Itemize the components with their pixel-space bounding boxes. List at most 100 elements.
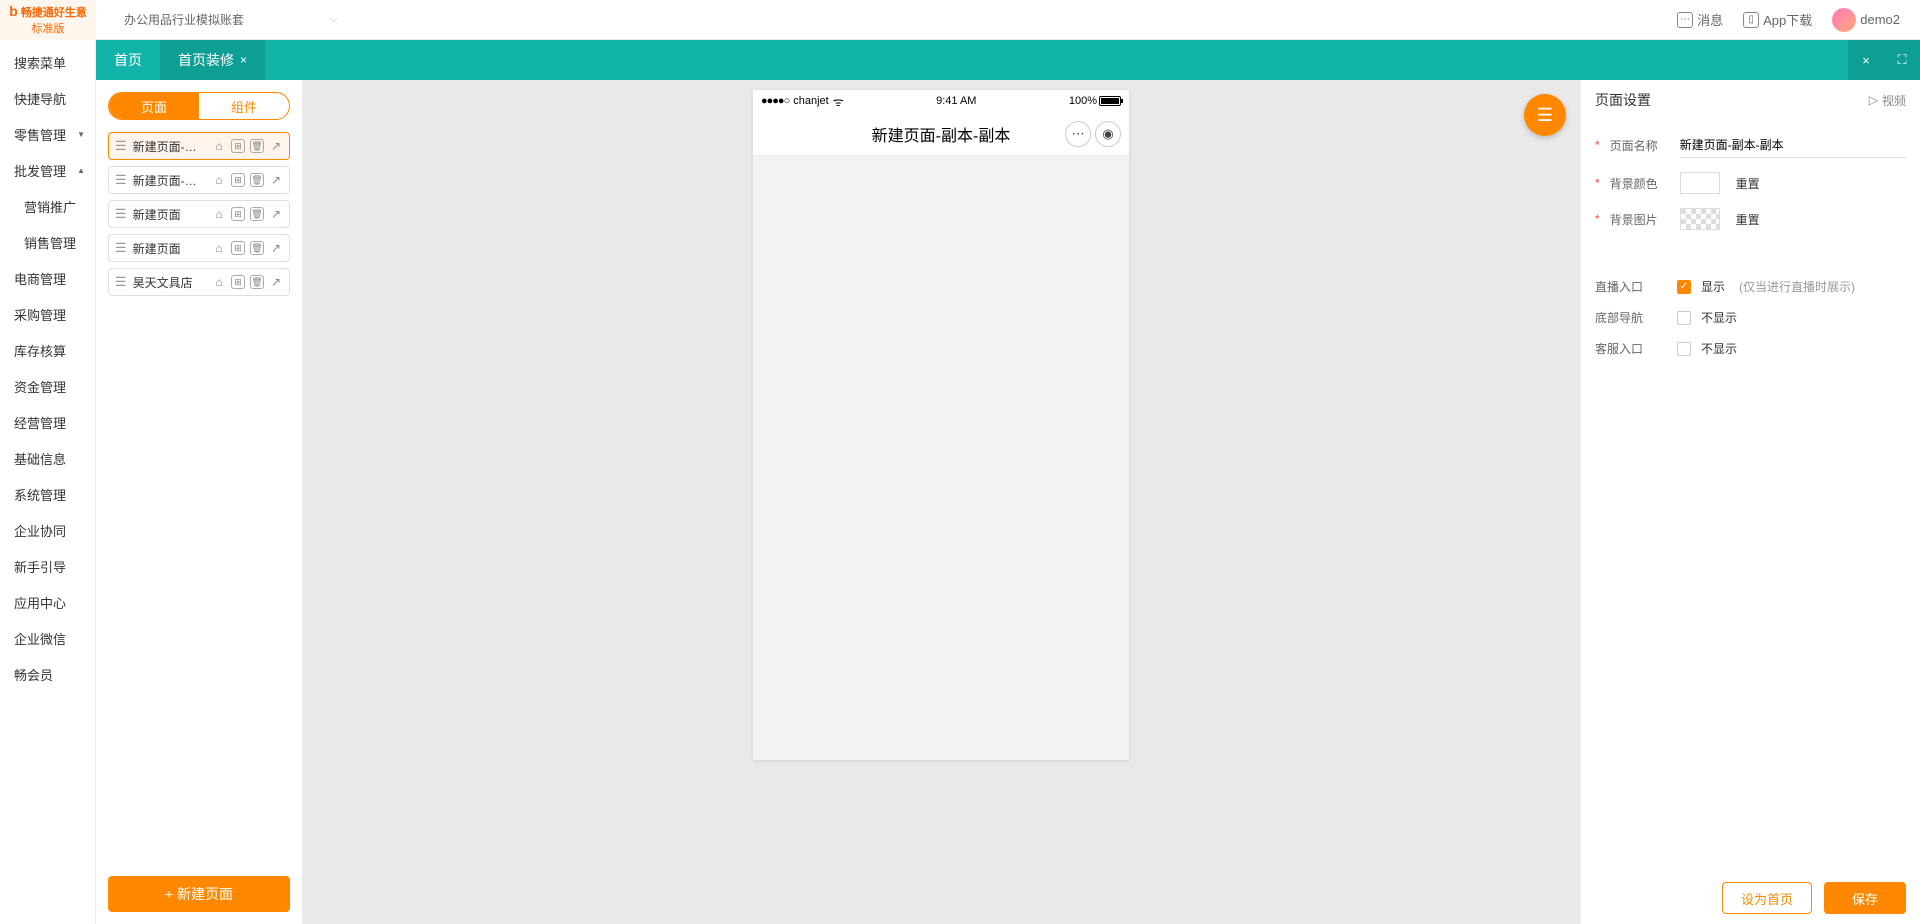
page-name: 新建页面 [133,240,206,257]
delete-icon[interactable]: 🗑 [250,207,264,221]
field-bg-color: * 背景颜色 重置 [1595,172,1906,194]
copy-icon[interactable]: ⊞ [231,139,245,153]
page-row[interactable]: ☰ 新建页面-副本... ⌂ ⊞ 🗑 ↗ [108,132,290,160]
sidebar-item-ecommerce[interactable]: 电商管理 [0,260,95,296]
close-icon[interactable]: × [240,53,247,67]
page-row[interactable]: ☰ 昊天文具店 ⌂⊞🗑↗ [108,268,290,296]
capsule-target-icon[interactable]: ◉ [1095,121,1121,147]
input-page-name[interactable] [1680,132,1906,158]
battery-icon [1099,96,1121,106]
share-icon[interactable]: ↗ [269,241,283,255]
share-icon[interactable]: ↗ [269,173,283,187]
share-icon[interactable]: ↗ [269,207,283,221]
page-row[interactable]: ☰ 新建页面 ⌂ ⊞ 🗑 ↗ [108,200,290,228]
copy-icon[interactable]: ⊞ [231,241,245,255]
phone-body[interactable] [753,156,1129,760]
image-swatch[interactable] [1680,208,1720,230]
label-service: 客服入口 [1595,340,1667,357]
label-live: 直播入口 [1595,278,1667,295]
tab-homepage-decor[interactable]: 首页装修× [160,40,265,80]
checkbox-live[interactable]: ✓ [1677,280,1691,294]
sidebar-item-wholesale[interactable]: 批发管理▲ [0,152,95,188]
tab-home[interactable]: 首页 [96,40,160,80]
sidebar-item-wechat[interactable]: 企业微信 [0,620,95,656]
page-row[interactable]: ☰ 新建页面-副本 ⌂ ⊞ 🗑 ↗ [108,166,290,194]
set-home-button[interactable]: 设为首页 [1722,882,1812,914]
carrier: chanjet [793,95,828,107]
account-name: 办公用品行业模拟账套 [124,11,244,28]
app-download-link[interactable]: ▯ App下载 [1743,10,1812,29]
sidebar-item-search[interactable]: 搜索菜单 [0,44,95,80]
reset-bg-color[interactable]: 重置 [1736,175,1760,192]
field-bg-image: * 背景图片 重置 [1595,208,1906,230]
home-icon[interactable]: ⌂ [212,139,226,153]
seg-page[interactable]: 页面 [109,93,199,119]
seg-component[interactable]: 组件 [199,93,289,119]
page-name: 新建页面-副本 [133,172,206,189]
sidebar-item-operation[interactable]: 经营管理 [0,404,95,440]
color-swatch[interactable] [1680,172,1720,194]
logo-text: 畅捷通好生意 [21,7,87,19]
sidebar-item-inventory[interactable]: 库存核算 [0,332,95,368]
copy-icon[interactable]: ⊞ [231,275,245,289]
drag-icon[interactable]: ☰ [115,274,127,290]
page-row[interactable]: ☰ 新建页面 ⌂ ⊞ 🗑 ↗ [108,234,290,262]
required-icon: * [1595,176,1600,190]
phone-title: 新建页面-副本-副本 [872,122,1011,146]
phone-titlebar: 新建页面-副本-副本 ⋯ ◉ [753,112,1129,156]
required-icon: * [1595,212,1600,226]
video-link[interactable]: ▷视频 [1869,92,1906,109]
messages-link[interactable]: ⋯ 消息 [1677,10,1723,29]
drag-icon[interactable]: ☰ [115,138,127,154]
sidebar-sub-sales[interactable]: 销售管理 [0,224,95,260]
delete-icon[interactable]: 🗑 [250,173,264,187]
share-icon[interactable]: ↗ [269,139,283,153]
sidebar-sub-marketing[interactable]: 营销推广 [0,188,95,224]
menu-fab[interactable]: ☰ [1524,94,1566,136]
live-hint: (仅当进行直播时展示) [1739,278,1855,295]
capsule-more-icon[interactable]: ⋯ [1065,121,1091,147]
tab-close-all[interactable]: × [1848,40,1884,80]
account-selector[interactable]: 办公用品行业模拟账套 ⌵ [116,6,346,34]
copy-icon[interactable]: ⊞ [231,207,245,221]
reset-bg-image[interactable]: 重置 [1736,211,1760,228]
sidebar-item-quicknav[interactable]: 快捷导航 [0,80,95,116]
tabbar: 首页 首页装修× × ⛶ [96,40,1920,80]
checkbox-bottom-nav[interactable] [1677,311,1691,325]
sidebar-item-retail[interactable]: 零售管理▼ [0,116,95,152]
home-icon[interactable]: ⌂ [212,241,226,255]
canvas: ●●●●○chanjetᯤ 9:41 AM 100% 新建页面-副本-副本 ⋯ … [302,80,1580,924]
required-icon: * [1595,138,1600,152]
sidebar-item-finance[interactable]: 资金管理 [0,368,95,404]
phone-preview: ●●●●○chanjetᯤ 9:41 AM 100% 新建页面-副本-副本 ⋯ … [753,90,1129,760]
sidebar-item-basic[interactable]: 基础信息 [0,440,95,476]
delete-icon[interactable]: 🗑 [250,139,264,153]
sidebar-item-member[interactable]: 畅会员 [0,656,95,692]
checkbox-service[interactable] [1677,342,1691,356]
app-download-label: App下载 [1763,10,1812,29]
label-bottom-nav: 底部导航 [1595,309,1667,326]
delete-icon[interactable]: 🗑 [250,241,264,255]
avatar [1832,8,1856,32]
drag-icon[interactable]: ☰ [115,172,127,188]
delete-icon[interactable]: 🗑 [250,275,264,289]
new-page-button[interactable]: + 新建页面 [108,876,290,912]
sidebar-item-guide[interactable]: 新手引导 [0,548,95,584]
copy-icon[interactable]: ⊞ [231,173,245,187]
home-icon[interactable]: ⌂ [212,173,226,187]
drag-icon[interactable]: ☰ [115,206,127,222]
sidebar-item-purchase[interactable]: 采购管理 [0,296,95,332]
sidebar-item-appcenter[interactable]: 应用中心 [0,584,95,620]
sidebar-item-collab[interactable]: 企业协同 [0,512,95,548]
save-button[interactable]: 保存 [1824,882,1906,914]
home-icon[interactable]: ⌂ [212,207,226,221]
tab-fullscreen[interactable]: ⛶ [1884,40,1920,80]
drag-icon[interactable]: ☰ [115,240,127,256]
home-icon[interactable]: ⌂ [212,275,226,289]
logo: b 畅捷通好生意 标准版 [0,0,96,40]
caret-up-icon: ▲ [77,166,85,175]
page-name: 新建页面 [133,206,206,223]
user-menu[interactable]: demo2 [1832,8,1900,32]
sidebar-item-system[interactable]: 系统管理 [0,476,95,512]
share-icon[interactable]: ↗ [269,275,283,289]
